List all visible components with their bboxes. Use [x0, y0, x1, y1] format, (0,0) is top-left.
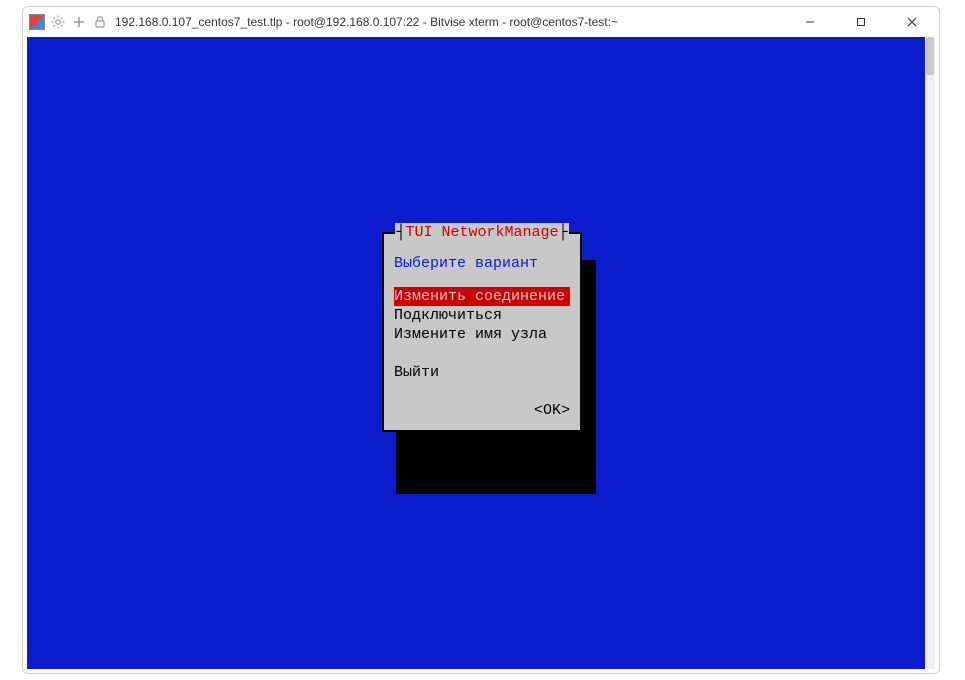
lock-icon[interactable]: [92, 14, 108, 30]
menu-list: Изменить соединение Подключиться Изменит…: [394, 287, 570, 344]
title-bracket-left: ┤: [396, 223, 405, 242]
titlebar[interactable]: 192.168.0.107_centos7_test.tlp - root@19…: [23, 7, 939, 37]
gear-icon[interactable]: [50, 14, 66, 30]
tui-dialog: ┤ TUI NetworkManage ├ Выберите вариант И…: [382, 232, 582, 432]
plus-icon[interactable]: [71, 14, 87, 30]
menu-item-connect[interactable]: Подключиться: [394, 306, 570, 325]
dialog-title-row: ┤ TUI NetworkManage ├: [384, 223, 580, 242]
tui-dialog-container: ┤ TUI NetworkManage ├ Выберите вариант И…: [382, 232, 582, 432]
terminal-app-icon: [29, 14, 45, 30]
menu-item-hostname[interactable]: Измените имя узла: [394, 325, 570, 344]
maximize-button[interactable]: [838, 7, 884, 37]
vertical-scrollbar[interactable]: [925, 37, 935, 669]
ok-button[interactable]: <OK>: [394, 401, 570, 420]
title-bracket-right: ├: [559, 223, 568, 242]
menu-item-edit-connection[interactable]: Изменить соединение: [394, 287, 570, 306]
app-window: 192.168.0.107_centos7_test.tlp - root@19…: [22, 6, 940, 674]
menu-item-quit[interactable]: Выйти: [394, 363, 570, 382]
window-title: 192.168.0.107_centos7_test.tlp - root@19…: [113, 15, 618, 29]
dialog-title: TUI NetworkManage: [405, 223, 558, 242]
minimize-button[interactable]: [787, 7, 833, 37]
scrollbar-thumb[interactable]: [926, 37, 934, 75]
dialog-prompt: Выберите вариант: [394, 254, 570, 273]
close-button[interactable]: [889, 7, 935, 37]
terminal-viewport[interactable]: ┤ TUI NetworkManage ├ Выберите вариант И…: [27, 37, 935, 669]
